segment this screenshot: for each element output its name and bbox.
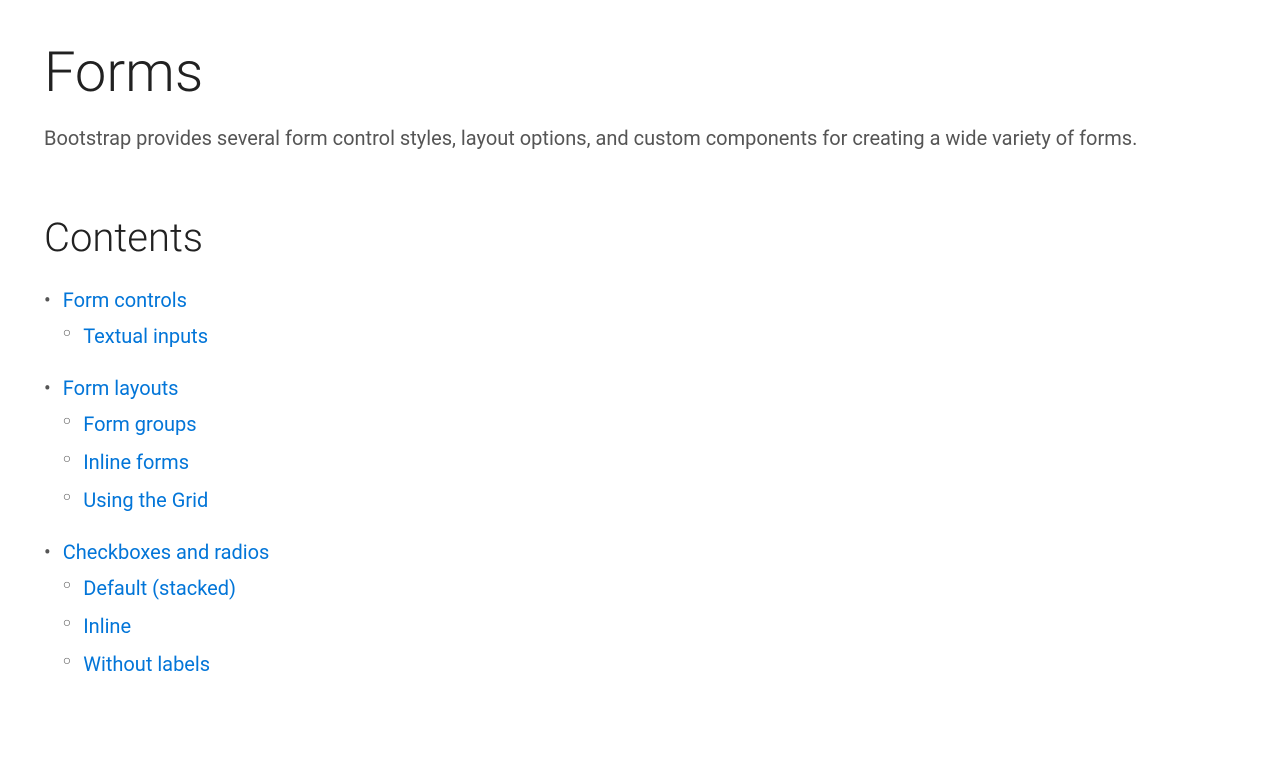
bullet-secondary: ○ <box>63 447 71 472</box>
page-title: Forms <box>44 40 1220 104</box>
bullet-secondary: ○ <box>63 409 71 434</box>
page-description: Bootstrap provides several form control … <box>44 122 1144 154</box>
sub-list-item: ○ Default (stacked) <box>63 573 270 603</box>
contents-heading: Contents <box>44 214 1220 261</box>
sub-list-item: ○ Form groups <box>63 409 209 439</box>
bullet-secondary: ○ <box>63 649 71 674</box>
form-controls-link[interactable]: Form controls <box>63 285 208 315</box>
bullet-secondary: ○ <box>63 573 71 598</box>
sub-list: ○ Form groups ○ Inline forms ○ Using the… <box>63 409 209 523</box>
bullet-primary: • <box>44 537 51 567</box>
inline-forms-link[interactable]: Inline forms <box>83 447 189 477</box>
form-layouts-link[interactable]: Form layouts <box>63 373 209 403</box>
textual-inputs-link[interactable]: Textual inputs <box>83 321 208 351</box>
list-item: • Form layouts ○ Form groups ○ Inline fo… <box>44 373 1220 527</box>
using-the-grid-link[interactable]: Using the Grid <box>83 485 208 515</box>
list-item: • Checkboxes and radios ○ Default (stack… <box>44 537 1220 691</box>
checkboxes-radios-link[interactable]: Checkboxes and radios <box>63 537 270 567</box>
list-item: • Form controls ○ Textual inputs <box>44 285 1220 363</box>
form-groups-link[interactable]: Form groups <box>83 409 196 439</box>
contents-list: • Form controls ○ Textual inputs • Form … <box>44 285 1220 691</box>
default-stacked-link[interactable]: Default (stacked) <box>83 573 236 603</box>
sub-list: ○ Textual inputs <box>63 321 208 359</box>
bullet-secondary: ○ <box>63 485 71 510</box>
without-labels-link[interactable]: Without labels <box>83 649 210 679</box>
sub-list-item: ○ Textual inputs <box>63 321 208 351</box>
bullet-secondary: ○ <box>63 611 71 636</box>
sub-list-item: ○ Using the Grid <box>63 485 209 515</box>
sub-list-item: ○ Without labels <box>63 649 270 679</box>
sub-list: ○ Default (stacked) ○ Inline ○ Without l… <box>63 573 270 687</box>
sub-list-item: ○ Inline forms <box>63 447 209 477</box>
bullet-primary: • <box>44 285 51 315</box>
bullet-secondary: ○ <box>63 321 71 346</box>
bullet-primary: • <box>44 373 51 403</box>
inline-link[interactable]: Inline <box>83 611 131 641</box>
sub-list-item: ○ Inline <box>63 611 270 641</box>
